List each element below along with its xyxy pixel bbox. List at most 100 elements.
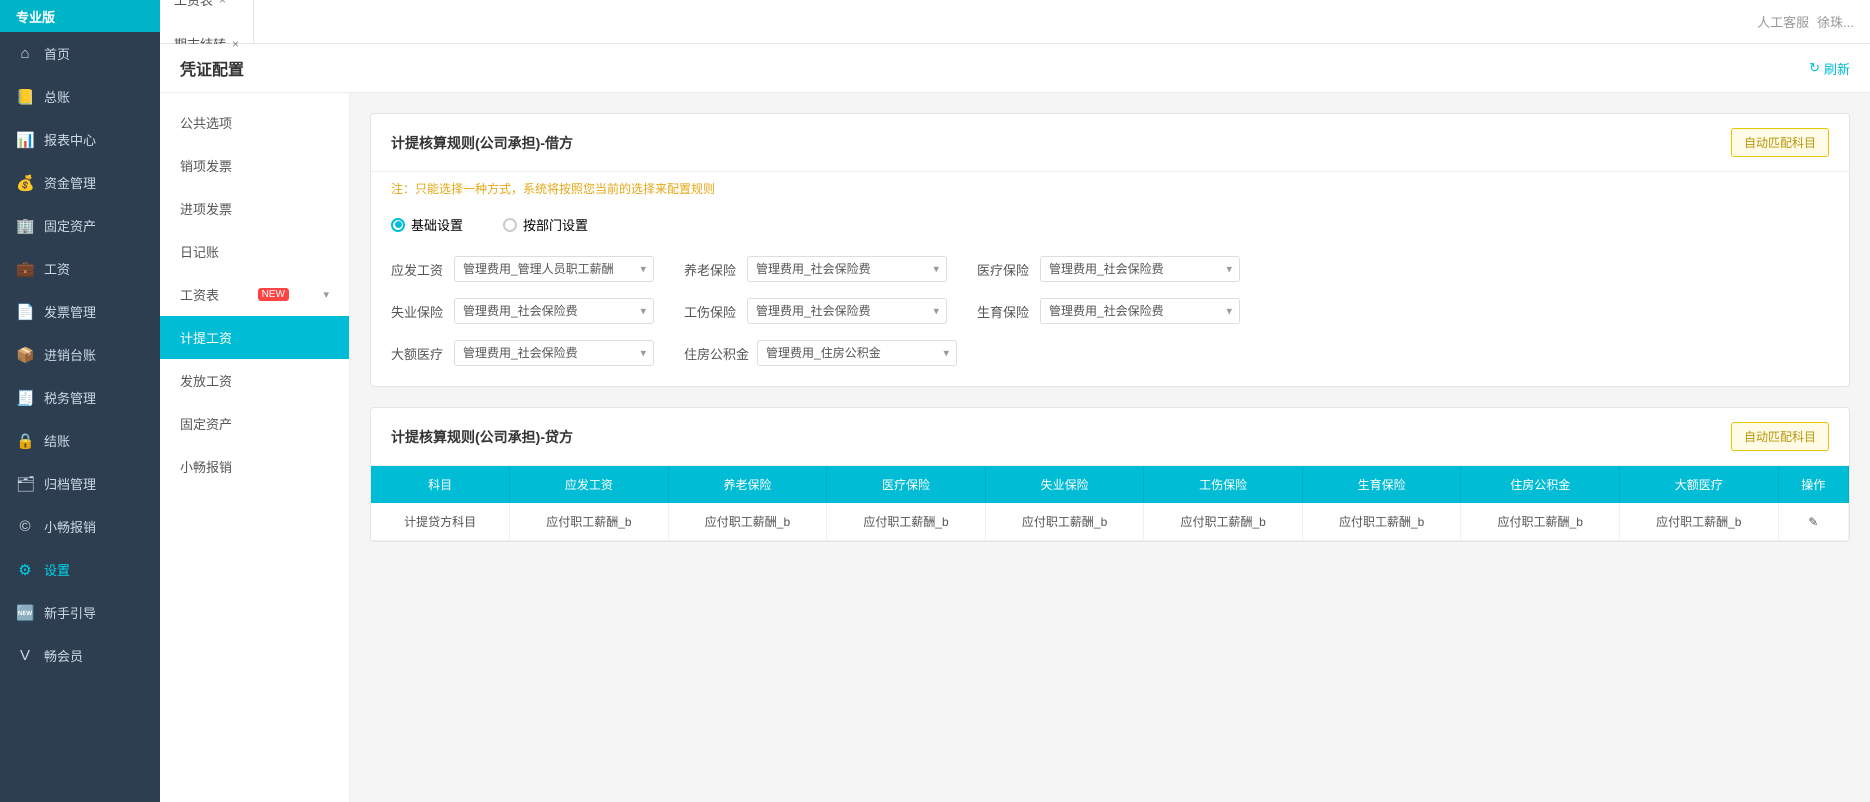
credit-row-value: 应付职工薪酬_b [1144, 503, 1303, 541]
credit-table-header: 应发工资 [510, 466, 669, 503]
credit-section: 计提核算规则(公司承担)-贷方 自动匹配科目 科目应发工资养老保险医疗保险失业保… [370, 407, 1850, 542]
sidebar-item-invoice-management[interactable]: 📄发票管理 [0, 290, 160, 333]
sidebar-item-fund-management[interactable]: 💰资金管理 [0, 161, 160, 204]
sidebar-label-tax-management: 税务管理 [44, 388, 96, 407]
sidebar-icon-guide: 🆕 [16, 604, 34, 622]
radio-dept-indicator [503, 218, 517, 232]
sidebar-item-archive[interactable]: 🗂归档管理 [0, 462, 160, 505]
left-nav-label-fixed-assets-nav: 固定资产 [180, 414, 232, 433]
app-brand: 专业版 [0, 0, 160, 32]
sidebar-label-guide: 新手引导 [44, 603, 96, 622]
radio-basic-indicator [391, 218, 405, 232]
label-zhufangjijin: 住房公积金 [684, 344, 749, 363]
select-shengyu[interactable]: 管理费用_社会保险费 [1040, 298, 1240, 324]
sidebar-item-tax-management[interactable]: 🧾 税务管理 [0, 376, 160, 419]
sidebar-icon-vip: V [16, 647, 34, 664]
sidebar-item-closing[interactable]: 🔒结账 [0, 419, 160, 462]
sidebar-item-purchase-sales[interactable]: 📦 进销台账 [0, 333, 160, 376]
select-yiliaobx[interactable]: 管理费用_社会保险费 [1040, 256, 1240, 282]
debit-auto-match-button[interactable]: 自动匹配科目 [1731, 128, 1829, 157]
table-row: 计提贷方科目应付职工薪酬_b应付职工薪酬_b应付职工薪酬_b应付职工薪酬_b应付… [371, 503, 1849, 541]
left-nav-item-fixed-assets-nav[interactable]: 固定资产 [160, 402, 349, 445]
sidebar-item-report-center[interactable]: 📊报表中心 [0, 118, 160, 161]
sidebar-item-guide[interactable]: 🆕 新手引导 [0, 591, 160, 634]
sidebar-item-general-ledger[interactable]: 📒总账 [0, 75, 160, 118]
credit-row-value: 应付职工薪酬_b [827, 503, 986, 541]
sidebar-label-archive: 归档管理 [44, 474, 96, 493]
refresh-button[interactable]: ↻ 刷新 [1809, 59, 1850, 78]
sidebar-icon-home: ⌂ [16, 45, 34, 62]
sidebar-item-vip[interactable]: V 畅会员 [0, 634, 160, 677]
select-zhufangjijin[interactable]: 管理费用_住房公积金 [757, 340, 957, 366]
credit-section-header: 计提核算规则(公司承担)-贷方 自动匹配科目 [371, 408, 1849, 466]
label-dae: 大额医疗 [391, 344, 446, 363]
left-nav-label-accrued-payroll: 计提工资 [180, 328, 232, 347]
left-nav-item-accrued-payroll[interactable]: 计提工资 [160, 316, 349, 359]
left-nav-item-payroll-table[interactable]: 工资表NEW▾ [160, 273, 349, 316]
tab-payroll-table[interactable]: 工资表× [160, 0, 254, 22]
debit-form-row-2: 失业保险 管理费用_社会保险费 工伤保险 管理费用_社会 [391, 298, 1829, 324]
credit-table-header: 失业保险 [985, 466, 1144, 503]
radio-dept-setting[interactable]: 按部门设置 [503, 215, 588, 234]
field-dae: 大额医疗 管理费用_社会保险费 [391, 340, 654, 366]
field-zhufangjijin: 住房公积金 管理费用_住房公积金 [684, 340, 957, 366]
credit-table-header: 医疗保险 [827, 466, 986, 503]
radio-basic-label: 基础设置 [411, 215, 463, 234]
credit-row-value: 应付职工薪酬_b [1619, 503, 1778, 541]
refresh-icon: ↻ [1809, 60, 1820, 76]
sidebar-label-vip: 畅会员 [44, 646, 83, 665]
radio-basic-setting[interactable]: 基础设置 [391, 215, 463, 234]
credit-row-value: 应付职工薪酬_b [1461, 503, 1620, 541]
credit-section-title: 计提核算规则(公司承担)-贷方 [391, 427, 573, 447]
credit-row-value: 应付职工薪酬_b [668, 503, 827, 541]
credit-row-value: 应付职工薪酬_b [510, 503, 669, 541]
select-yingfagongzi[interactable]: 管理费用_管理人员职工薪酬 [454, 256, 654, 282]
field-shengyu: 生育保险 管理费用_社会保险费 [977, 298, 1240, 324]
sidebar-label-purchase-sales: 进销台账 [44, 345, 96, 364]
sidebar-icon-report-center: 📊 [16, 131, 34, 149]
tab-close-payroll-table[interactable]: × [219, 0, 226, 7]
sidebar-item-payroll[interactable]: 💼工资 [0, 247, 160, 290]
field-yingfagongzi: 应发工资 管理费用_管理人员职工薪酬 [391, 256, 654, 282]
credit-table-header: 住房公积金 [1461, 466, 1620, 503]
sidebar-item-home[interactable]: ⌂首页 [0, 32, 160, 75]
page-header: 凭证配置 ↻ 刷新 [160, 44, 1870, 93]
tab-close-period-closing[interactable]: × [232, 37, 239, 51]
sidebar-icon-payroll: 💼 [16, 260, 34, 278]
field-yiliaobx: 医疗保险 管理费用_社会保险费 [977, 256, 1240, 282]
left-nav-item-payroll-distribution[interactable]: 发放工资 [160, 359, 349, 402]
topbar: 首页工资表×期末结转×凭证配置× 人工客服 徐珠... [160, 0, 1870, 44]
content-wrapper: 公共选项销项发票进项发票日记账工资表NEW▾ 计提工资发放工资固定资产小畅报销 计… [160, 93, 1870, 802]
credit-row-value: 应付职工薪酬_b [1302, 503, 1461, 541]
left-nav-item-sales-invoice[interactable]: 销项发票 [160, 144, 349, 187]
sidebar-icon-tax-management: 🧾 [16, 389, 34, 407]
credit-table-header: 科目 [371, 466, 510, 503]
sidebar-label-closing: 结账 [44, 431, 70, 450]
customer-service-link[interactable]: 人工客服 [1757, 12, 1809, 31]
credit-row-action[interactable]: ✎ [1778, 503, 1848, 541]
credit-auto-match-button[interactable]: 自动匹配科目 [1731, 422, 1829, 451]
select-dae[interactable]: 管理费用_社会保险费 [454, 340, 654, 366]
select-shiyebx[interactable]: 管理费用_社会保险费 [454, 298, 654, 324]
left-nav-item-public-options[interactable]: 公共选项 [160, 101, 349, 144]
credit-row-subject: 计提贷方科目 [371, 503, 510, 541]
left-nav-item-journal[interactable]: 日记账 [160, 230, 349, 273]
left-nav-item-purchase-invoice[interactable]: 进项发票 [160, 187, 349, 230]
sidebar-item-fixed-assets[interactable]: 🏢固定资产 [0, 204, 160, 247]
credit-table-header: 生育保险 [1302, 466, 1461, 503]
select-yanglaobx[interactable]: 管理费用_社会保险费 [747, 256, 947, 282]
left-nav-label-expense-report: 小畅报销 [180, 457, 232, 476]
sidebar-item-settings[interactable]: ⚙设置 [0, 548, 160, 591]
select-wrapper-dae: 管理费用_社会保险费 [454, 340, 654, 366]
field-yanglaobx: 养老保险 管理费用_社会保险费 [684, 256, 947, 282]
label-yanglaobx: 养老保险 [684, 260, 739, 279]
sidebar-item-xiaochangbao[interactable]: ©小畅报销 [0, 505, 160, 548]
tab-close-voucher-config[interactable]: × [232, 81, 239, 95]
sidebar-icon-purchase-sales: 📦 [16, 346, 34, 364]
left-nav-item-expense-report[interactable]: 小畅报销 [160, 445, 349, 488]
topbar-right: 人工客服 徐珠... [1757, 12, 1870, 31]
select-gongshangbx[interactable]: 管理费用_社会保险费 [747, 298, 947, 324]
left-nav-label-payroll-distribution: 发放工资 [180, 371, 232, 390]
select-wrapper-shengyu: 管理费用_社会保险费 [1040, 298, 1240, 324]
chevron-icon-payroll-table: ▾ [323, 288, 329, 301]
